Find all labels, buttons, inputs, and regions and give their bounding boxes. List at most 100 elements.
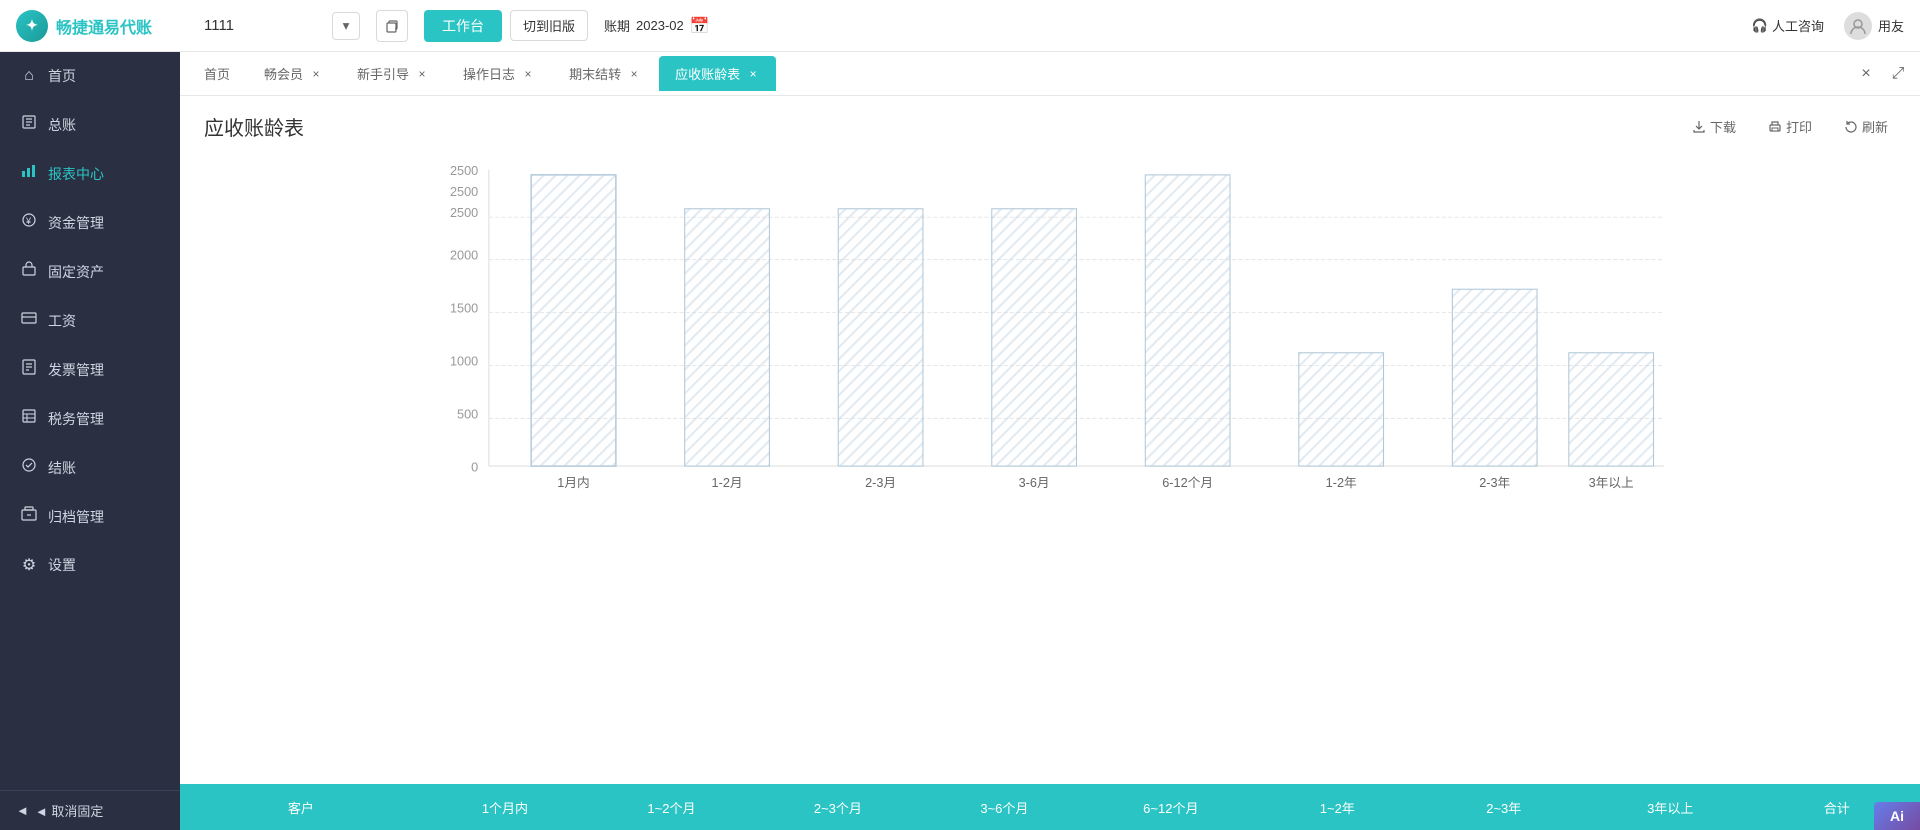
main-layout: ⌂ 首页 总账 报表中心: [0, 52, 1920, 830]
ai-badge[interactable]: Ai: [1874, 802, 1920, 830]
tab-yearend-close[interactable]: ×: [627, 67, 641, 81]
logo-icon: ✦: [16, 10, 48, 42]
tab-member[interactable]: 畅会员 ×: [248, 56, 339, 91]
tab-home-label: 首页: [204, 64, 230, 83]
page-title: 应收账龄表: [204, 112, 304, 141]
sidebar-item-reports[interactable]: 报表中心: [0, 149, 180, 198]
period-label: 账期: [604, 16, 630, 35]
logo-area: ✦ 畅捷通易代账: [16, 10, 196, 42]
close-all-tabs-btn[interactable]: ×: [1852, 60, 1880, 88]
tab-oplog[interactable]: 操作日志 ×: [447, 56, 551, 91]
home-icon: ⌂: [20, 67, 38, 85]
svg-text:2500: 2500: [450, 206, 478, 220]
maximize-btn[interactable]: ⤢: [1884, 60, 1912, 88]
sidebar-item-home[interactable]: ⌂ 首页: [0, 52, 180, 100]
sidebar-label-funds: 资金管理: [48, 213, 104, 233]
sidebar-item-funds[interactable]: ¥ 资金管理: [0, 198, 180, 247]
sidebar-label-invoice: 发票管理: [48, 360, 104, 380]
tax-icon: [20, 408, 38, 429]
invoice-icon: [20, 359, 38, 380]
svg-text:2500: 2500: [450, 185, 478, 199]
table-header: 客户 1个月内 1~2个月 2~3个月 3~6个月 6~12个月 1~2年 2~…: [180, 784, 1920, 830]
chart-container: 0 500 1000 1500 2000 2500 2500 2500: [180, 149, 1920, 784]
copy-icon: [384, 18, 400, 34]
tab-member-label: 畅会员: [264, 64, 303, 83]
th-2-3month: 2~3个月: [755, 798, 921, 817]
consult-label: 人工咨询: [1772, 16, 1824, 35]
svg-text:1500: 1500: [450, 302, 478, 316]
sidebar-label-reports: 报表中心: [48, 164, 104, 184]
sidebar-label-ledger: 总账: [48, 115, 76, 135]
user-area[interactable]: 用友: [1844, 12, 1904, 40]
download-label: 下载: [1710, 117, 1736, 136]
headset-icon: 🎧: [1752, 18, 1768, 34]
unpin-icon: ◄: [16, 803, 29, 818]
tab-yearend-label: 期末结转: [569, 64, 621, 83]
tab-arage-label: 应收账龄表: [675, 64, 740, 83]
th-1month: 1个月内: [422, 798, 588, 817]
svg-text:3-6月: 3-6月: [1019, 476, 1050, 490]
print-button[interactable]: 打印: [1760, 113, 1820, 140]
th-customer: 客户: [180, 798, 422, 817]
top-header: ✦ 畅捷通易代账 1111 ▾ 工作台 切到旧版 账期 2023-02 📅 🎧 …: [0, 0, 1920, 52]
svg-text:1月内: 1月内: [557, 476, 589, 490]
tab-yearend[interactable]: 期末结转 ×: [553, 56, 657, 91]
svg-text:2-3年: 2-3年: [1479, 476, 1510, 490]
period-area: 账期 2023-02 📅: [604, 16, 710, 36]
workbench-button[interactable]: 工作台: [424, 10, 502, 42]
tab-actions: × ⤢: [1852, 60, 1912, 88]
page-content: 应收账龄表 下载: [180, 96, 1920, 830]
th-6-12month: 6~12个月: [1088, 798, 1254, 817]
refresh-button[interactable]: 刷新: [1836, 113, 1896, 140]
payroll-icon: [20, 310, 38, 331]
tab-arage-close[interactable]: ×: [746, 67, 760, 81]
page-actions: 下载 打印: [1684, 113, 1896, 140]
tab-arage[interactable]: 应收账龄表 ×: [659, 56, 776, 91]
assets-icon: [20, 261, 38, 282]
svg-text:500: 500: [457, 407, 478, 421]
tab-oplog-close[interactable]: ×: [521, 67, 535, 81]
sidebar-item-settings[interactable]: ⚙ 设置: [0, 541, 180, 589]
company-dropdown-btn[interactable]: ▾: [332, 12, 360, 40]
sidebar-item-checkout[interactable]: 结账: [0, 443, 180, 492]
period-value: 2023-02: [636, 18, 684, 33]
calendar-icon[interactable]: 📅: [690, 16, 710, 36]
svg-text:1000: 1000: [450, 354, 478, 368]
sidebar-item-invoice[interactable]: 发票管理: [0, 345, 180, 394]
content-area: 首页 畅会员 × 新手引导 × 操作日志 × 期末结转 × 应收账龄表 ×: [180, 52, 1920, 830]
tab-guide-label: 新手引导: [357, 64, 409, 83]
download-button[interactable]: 下载: [1684, 113, 1744, 140]
svg-text:2500: 2500: [450, 164, 478, 178]
header-right: 🎧 人工咨询 用友: [1752, 12, 1904, 40]
th-3-6month: 3~6个月: [921, 798, 1087, 817]
sidebar-item-payroll[interactable]: 工资: [0, 296, 180, 345]
sidebar-item-assets[interactable]: 固定资产: [0, 247, 180, 296]
tab-guide-close[interactable]: ×: [415, 67, 429, 81]
version-switch-button[interactable]: 切到旧版: [510, 10, 588, 41]
print-label: 打印: [1786, 117, 1812, 136]
sidebar-unpin[interactable]: ◄ ◄ 取消固定: [0, 790, 180, 830]
th-1-2year: 1~2年: [1254, 798, 1420, 817]
unpin-label: ◄ 取消固定: [35, 801, 103, 820]
avatar-icon: [1849, 17, 1867, 35]
th-1-2month: 1~2个月: [588, 798, 754, 817]
sidebar-item-archive[interactable]: 归档管理: [0, 492, 180, 541]
tab-member-close[interactable]: ×: [309, 67, 323, 81]
copy-btn[interactable]: [376, 10, 408, 42]
sidebar-label-settings: 设置: [48, 555, 76, 575]
logo-symbol: ✦: [26, 17, 38, 34]
tab-oplog-label: 操作日志: [463, 64, 515, 83]
sidebar: ⌂ 首页 总账 报表中心: [0, 52, 180, 830]
consult-button[interactable]: 🎧 人工咨询: [1752, 16, 1824, 35]
sidebar-item-ledger[interactable]: 总账: [0, 100, 180, 149]
sidebar-label-archive: 归档管理: [48, 507, 104, 527]
reports-icon: [20, 163, 38, 184]
sidebar-label-tax: 税务管理: [48, 409, 104, 429]
company-name: 1111: [204, 17, 324, 34]
tab-home[interactable]: 首页: [188, 56, 246, 91]
tab-guide[interactable]: 新手引导 ×: [341, 56, 445, 91]
company-selector: 1111 ▾: [204, 10, 408, 42]
tab-bar: 首页 畅会员 × 新手引导 × 操作日志 × 期末结转 × 应收账龄表 ×: [180, 52, 1920, 96]
sidebar-item-tax[interactable]: 税务管理: [0, 394, 180, 443]
svg-text:2-3月: 2-3月: [865, 476, 896, 490]
